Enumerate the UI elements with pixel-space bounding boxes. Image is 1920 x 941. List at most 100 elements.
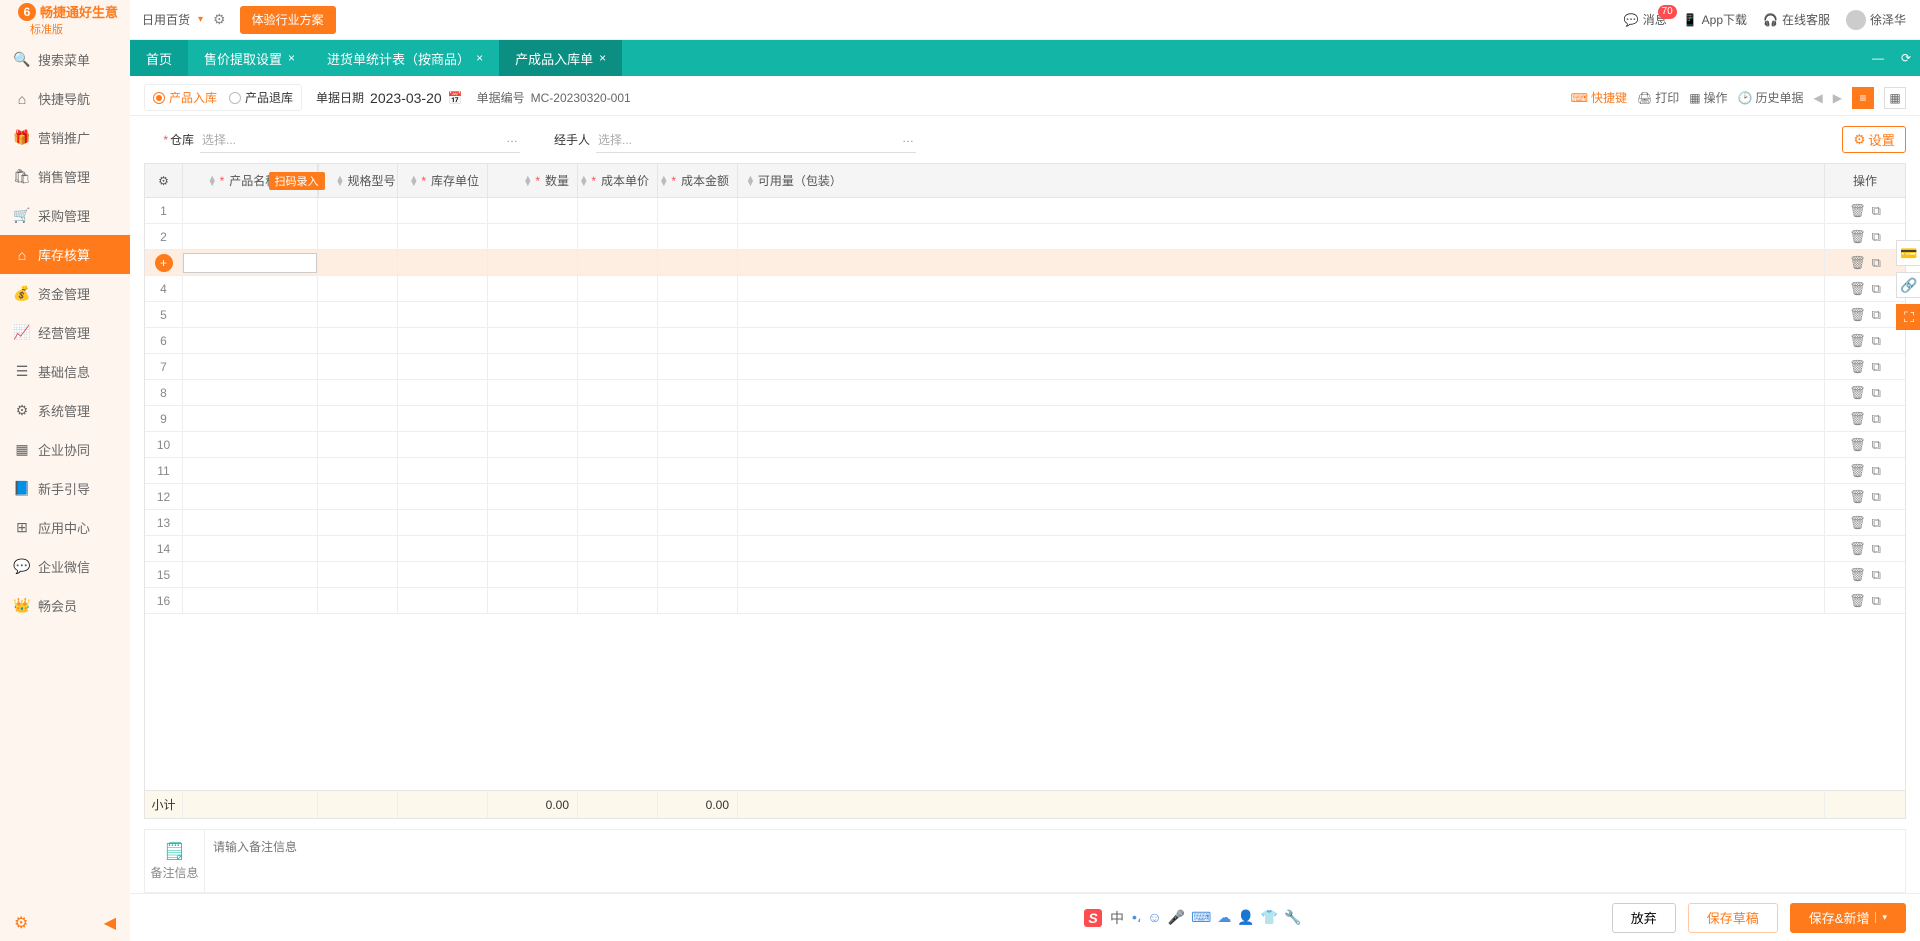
- copy-icon[interactable]: ⧉: [1872, 411, 1881, 427]
- th-unit[interactable]: ▲▼ *库存单位: [398, 164, 488, 197]
- copy-icon[interactable]: ⧉: [1872, 593, 1881, 609]
- float-link-icon[interactable]: 🔗: [1896, 272, 1920, 298]
- sidebar-item-marketing[interactable]: 🎁营销推广: [0, 118, 130, 157]
- table-row[interactable]: 14🗑⧉: [145, 536, 1905, 562]
- copy-icon[interactable]: ⧉: [1872, 541, 1881, 557]
- th-amount[interactable]: ▲▼ *成本金额: [658, 164, 738, 197]
- sidebar-item-apps[interactable]: ⊞应用中心: [0, 508, 130, 547]
- discard-button[interactable]: 放弃: [1612, 903, 1676, 933]
- collapse-icon[interactable]: ◀: [104, 913, 116, 933]
- table-row[interactable]: 12🗑⧉: [145, 484, 1905, 510]
- prev-icon[interactable]: ◀: [1814, 91, 1823, 105]
- radio-product-out[interactable]: 产品退库: [229, 89, 293, 106]
- ime-mic-icon[interactable]: 🎤: [1168, 909, 1185, 926]
- messages-link[interactable]: 💬 消息 70: [1624, 11, 1667, 28]
- sidebar-item-search-menu[interactable]: 🔍搜索菜单: [0, 40, 130, 79]
- print-link[interactable]: 🖨 打印: [1637, 89, 1679, 106]
- scan-input-tag[interactable]: 扫码录入: [269, 172, 325, 190]
- list-view-button[interactable]: ≡: [1852, 87, 1874, 109]
- tab-进货单统计表（按商品）[interactable]: 进货单统计表（按商品）×: [311, 40, 499, 76]
- th-gear[interactable]: ⚙: [145, 164, 183, 197]
- delete-icon[interactable]: 🗑: [1849, 307, 1866, 323]
- add-row-button[interactable]: +: [155, 254, 173, 272]
- close-icon[interactable]: ×: [599, 51, 606, 65]
- ime-keyboard-icon[interactable]: ⌨: [1191, 909, 1211, 926]
- sidebar-item-member[interactable]: 👑畅会员: [0, 586, 130, 625]
- delete-icon[interactable]: 🗑: [1849, 437, 1866, 453]
- delete-icon[interactable]: 🗑: [1849, 541, 1866, 557]
- table-row[interactable]: 15🗑⧉: [145, 562, 1905, 588]
- try-industry-button[interactable]: 体验行业方案: [240, 6, 336, 34]
- table-row[interactable]: 9🗑⧉: [145, 406, 1905, 432]
- delete-icon[interactable]: 🗑: [1849, 567, 1866, 583]
- ime-shirt-icon[interactable]: 👕: [1261, 909, 1278, 926]
- copy-icon[interactable]: ⧉: [1872, 307, 1881, 323]
- ime-tools-icon[interactable]: 🔧: [1284, 909, 1301, 926]
- more-icon[interactable]: …: [902, 131, 914, 148]
- delete-icon[interactable]: 🗑: [1849, 593, 1866, 609]
- delete-icon[interactable]: 🗑: [1849, 281, 1866, 297]
- sidebar-item-quick-nav[interactable]: ⌂快捷导航: [0, 79, 130, 118]
- copy-icon[interactable]: ⧉: [1872, 463, 1881, 479]
- save-new-button[interactable]: 保存&新增 ▾: [1790, 903, 1906, 933]
- delete-icon[interactable]: 🗑: [1849, 333, 1866, 349]
- table-row[interactable]: 13🗑⧉: [145, 510, 1905, 536]
- table-row[interactable]: 10🗑⧉: [145, 432, 1905, 458]
- close-icon[interactable]: ×: [288, 51, 295, 65]
- remarks-input[interactable]: [205, 830, 1905, 892]
- gear-icon[interactable]: ⚙: [213, 11, 226, 28]
- tab-售价提取设置[interactable]: 售价提取设置×: [188, 40, 311, 76]
- sidebar-item-sales[interactable]: 🛍销售管理: [0, 157, 130, 196]
- sidebar-item-inventory[interactable]: ⌂库存核算: [0, 235, 130, 274]
- tab-首页[interactable]: 首页: [130, 40, 188, 76]
- tab-refresh[interactable]: ⟳: [1892, 51, 1920, 65]
- sidebar-item-collab[interactable]: ▦企业协同: [0, 430, 130, 469]
- sidebar-item-wecom[interactable]: 💬企业微信: [0, 547, 130, 586]
- copy-icon[interactable]: ⧉: [1872, 255, 1881, 271]
- copy-icon[interactable]: ⧉: [1872, 359, 1881, 375]
- copy-icon[interactable]: ⧉: [1872, 333, 1881, 349]
- shortcut-link[interactable]: ⌨ 快捷键: [1571, 89, 1627, 106]
- ime-dot-icon[interactable]: •،: [1132, 909, 1141, 926]
- sidebar-item-operation[interactable]: 📈经营管理: [0, 313, 130, 352]
- delete-icon[interactable]: 🗑: [1849, 229, 1866, 245]
- th-qty[interactable]: ▲▼ *数量: [488, 164, 578, 197]
- copy-icon[interactable]: ⧉: [1872, 515, 1881, 531]
- table-row[interactable]: + 🗑 ⧉: [145, 250, 1905, 276]
- sidebar-item-basic[interactable]: ☰基础信息: [0, 352, 130, 391]
- table-row[interactable]: 1🗑⧉: [145, 198, 1905, 224]
- settings-gear-icon[interactable]: ⚙: [14, 913, 28, 933]
- delete-icon[interactable]: 🗑: [1849, 515, 1866, 531]
- product-name-input[interactable]: [183, 253, 317, 273]
- copy-icon[interactable]: ⧉: [1872, 385, 1881, 401]
- copy-icon[interactable]: ⧉: [1872, 489, 1881, 505]
- delete-icon[interactable]: 🗑: [1849, 203, 1866, 219]
- copy-icon[interactable]: ⧉: [1872, 229, 1881, 245]
- close-icon[interactable]: ×: [476, 51, 483, 65]
- settings-button[interactable]: ⚙ 设置: [1842, 126, 1906, 153]
- more-icon[interactable]: …: [506, 131, 518, 148]
- shop-selector[interactable]: 日用百货 ▾: [142, 11, 203, 28]
- tab-minimize[interactable]: —: [1864, 51, 1892, 65]
- tab-产成品入库单[interactable]: 产成品入库单×: [499, 40, 622, 76]
- warehouse-field[interactable]: *仓库 选择... …: [144, 127, 520, 153]
- delete-icon[interactable]: 🗑: [1849, 463, 1866, 479]
- table-row[interactable]: 11🗑⧉: [145, 458, 1905, 484]
- copy-icon[interactable]: ⧉: [1872, 281, 1881, 297]
- online-service-link[interactable]: 🎧 在线客服: [1763, 11, 1830, 28]
- copy-icon[interactable]: ⧉: [1872, 567, 1881, 583]
- history-link[interactable]: 🕑 历史单据: [1738, 89, 1804, 106]
- handler-field[interactable]: 经手人 选择... …: [540, 127, 916, 153]
- app-download-link[interactable]: 📱 App下载: [1683, 11, 1747, 28]
- sidebar-item-system[interactable]: ⚙系统管理: [0, 391, 130, 430]
- ime-cloud-icon[interactable]: ☁: [1217, 909, 1231, 926]
- delete-icon[interactable]: 🗑: [1849, 255, 1866, 271]
- save-draft-button[interactable]: 保存草稿: [1688, 903, 1778, 933]
- delete-icon[interactable]: 🗑: [1849, 359, 1866, 375]
- operate-link[interactable]: ▦ 操作: [1689, 89, 1727, 106]
- table-row[interactable]: 2🗑⧉: [145, 224, 1905, 250]
- float-wallet-icon[interactable]: 💳: [1896, 240, 1920, 266]
- copy-icon[interactable]: ⧉: [1872, 437, 1881, 453]
- next-icon[interactable]: ▶: [1833, 91, 1842, 105]
- table-row[interactable]: 4🗑⧉: [145, 276, 1905, 302]
